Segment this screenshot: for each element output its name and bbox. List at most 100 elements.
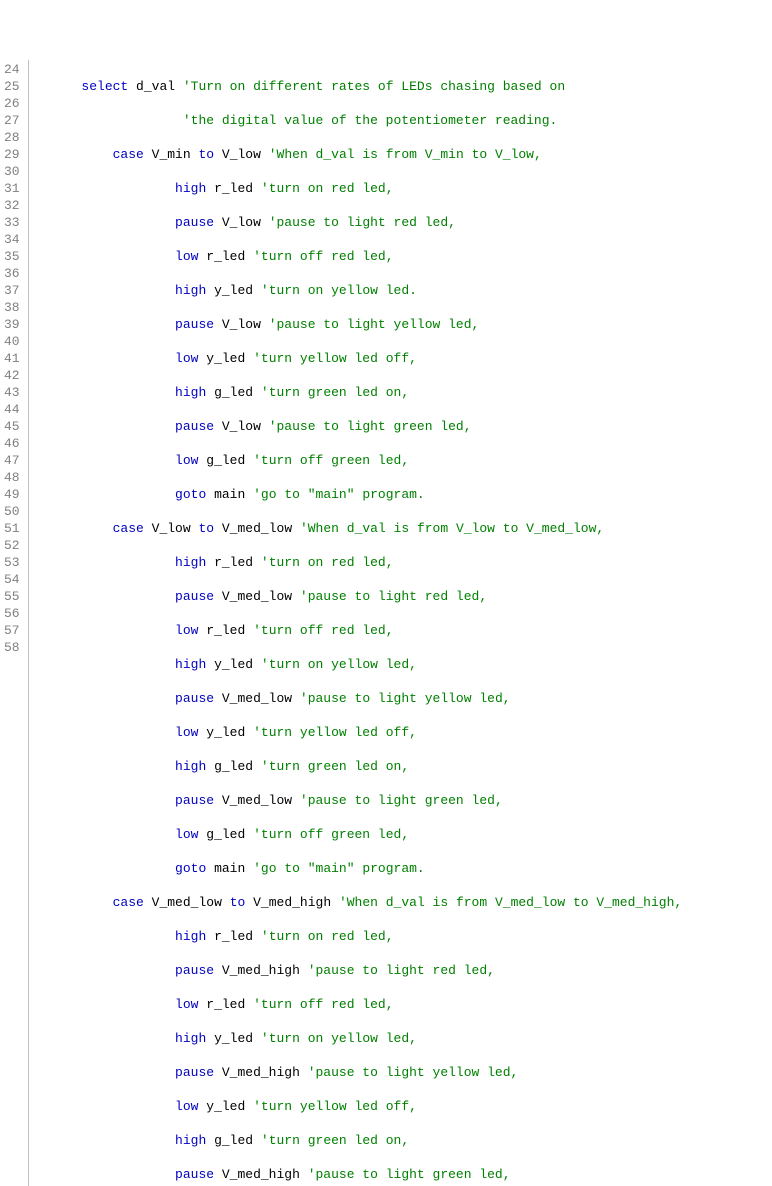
identifier: y_led: [206, 351, 245, 366]
code-line: high y_led 'turn on yellow led,: [35, 1030, 683, 1047]
keyword: pause: [175, 1167, 214, 1182]
keyword: case: [113, 521, 144, 536]
line-number: 25: [4, 78, 20, 95]
keyword: high: [175, 759, 206, 774]
comment: 'turn yellow led off,: [253, 1099, 417, 1114]
keyword: pause: [175, 691, 214, 706]
line-number: 49: [4, 486, 20, 503]
code-line: 'the digital value of the potentiometer …: [35, 112, 683, 129]
keyword: low: [175, 827, 198, 842]
line-number: 55: [4, 588, 20, 605]
keyword: pause: [175, 589, 214, 604]
identifier: y_led: [214, 657, 253, 672]
line-number: 35: [4, 248, 20, 265]
line-number: 50: [4, 503, 20, 520]
line-number: 24: [4, 61, 20, 78]
identifier: V_min: [152, 147, 191, 162]
line-number-gutter: 2425262728293031323334353637383940414243…: [0, 60, 29, 1186]
comment: 'turn on red led,: [261, 181, 394, 196]
line-number: 47: [4, 452, 20, 469]
code-line: case V_low to V_med_low 'When d_val is f…: [35, 520, 683, 537]
code-line: high y_led 'turn on yellow led.: [35, 282, 683, 299]
code-line: pause V_low 'pause to light red led,: [35, 214, 683, 231]
comment: 'pause to light red led,: [269, 215, 456, 230]
line-number: 42: [4, 367, 20, 384]
comment: 'When d_val is from V_med_low to V_med_h…: [339, 895, 682, 910]
identifier: V_med_low: [222, 589, 292, 604]
line-number: 45: [4, 418, 20, 435]
line-number: 57: [4, 622, 20, 639]
comment: 'pause to light green led,: [269, 419, 472, 434]
code-line: low r_led 'turn off red led,: [35, 248, 683, 265]
line-number: 43: [4, 384, 20, 401]
code-line: case V_min to V_low 'When d_val is from …: [35, 146, 683, 163]
identifier: V_med_low: [222, 691, 292, 706]
identifier: r_led: [206, 623, 245, 638]
code-line: low r_led 'turn off red led,: [35, 622, 683, 639]
comment: 'go to "main" program.: [253, 487, 425, 502]
line-number: 52: [4, 537, 20, 554]
keyword: goto: [175, 487, 206, 502]
identifier: g_led: [214, 1133, 253, 1148]
line-number: 28: [4, 129, 20, 146]
identifier: r_led: [214, 181, 253, 196]
code-line: low y_led 'turn yellow led off,: [35, 724, 683, 741]
comment: 'turn off red led,: [253, 249, 393, 264]
identifier: V_med_high: [222, 1065, 300, 1080]
line-number: 32: [4, 197, 20, 214]
line-number: 30: [4, 163, 20, 180]
comment: 'turn off green led,: [253, 827, 409, 842]
line-number: 40: [4, 333, 20, 350]
identifier: g_led: [206, 827, 245, 842]
keyword: low: [175, 725, 198, 740]
identifier: V_med_low: [222, 521, 292, 536]
line-number: 37: [4, 282, 20, 299]
comment: 'turn off red led,: [253, 623, 393, 638]
code-line: pause V_med_low 'pause to light green le…: [35, 792, 683, 809]
code-line: high y_led 'turn on yellow led,: [35, 656, 683, 673]
code-line: low g_led 'turn off green led,: [35, 452, 683, 469]
keyword: to: [198, 521, 214, 536]
code-line: high r_led 'turn on red led,: [35, 180, 683, 197]
keyword: select: [81, 79, 128, 94]
keyword: pause: [175, 963, 214, 978]
code-line: select d_val 'Turn on different rates of…: [35, 78, 683, 95]
identifier: y_led: [206, 725, 245, 740]
comment: 'pause to light yellow led,: [300, 691, 511, 706]
code-line: pause V_med_low 'pause to light yellow l…: [35, 690, 683, 707]
code-line: low r_led 'turn off red led,: [35, 996, 683, 1013]
identifier: y_led: [214, 283, 253, 298]
code-line: high g_led 'turn green led on,: [35, 758, 683, 775]
code-line: pause V_med_high 'pause to light green l…: [35, 1166, 683, 1183]
keyword: high: [175, 181, 206, 196]
identifier: main: [214, 487, 245, 502]
identifier: V_low: [222, 317, 261, 332]
comment: 'Turn on different rates of LEDs chasing…: [183, 79, 565, 94]
identifier: g_led: [214, 759, 253, 774]
keyword: low: [175, 1099, 198, 1114]
keyword: low: [175, 351, 198, 366]
keyword: low: [175, 997, 198, 1012]
code-line: high g_led 'turn green led on,: [35, 1132, 683, 1149]
code-line: pause V_med_low 'pause to light red led,: [35, 588, 683, 605]
line-number: 41: [4, 350, 20, 367]
line-number: 46: [4, 435, 20, 452]
keyword: pause: [175, 215, 214, 230]
keyword: high: [175, 385, 206, 400]
comment: 'turn yellow led off,: [253, 725, 417, 740]
code-line: goto main 'go to "main" program.: [35, 860, 683, 877]
identifier: V_low: [152, 521, 191, 536]
keyword: high: [175, 1031, 206, 1046]
line-number: 48: [4, 469, 20, 486]
identifier: r_led: [206, 249, 245, 264]
line-number: 53: [4, 554, 20, 571]
identifier: V_med_high: [253, 895, 331, 910]
comment: 'turn yellow led off,: [253, 351, 417, 366]
keyword: high: [175, 555, 206, 570]
line-number: 33: [4, 214, 20, 231]
comment: 'pause to light green led,: [300, 793, 503, 808]
comment: 'pause to light red led,: [308, 963, 495, 978]
comment: 'turn green led on,: [261, 1133, 409, 1148]
keyword: low: [175, 453, 198, 468]
comment: 'turn off red led,: [253, 997, 393, 1012]
